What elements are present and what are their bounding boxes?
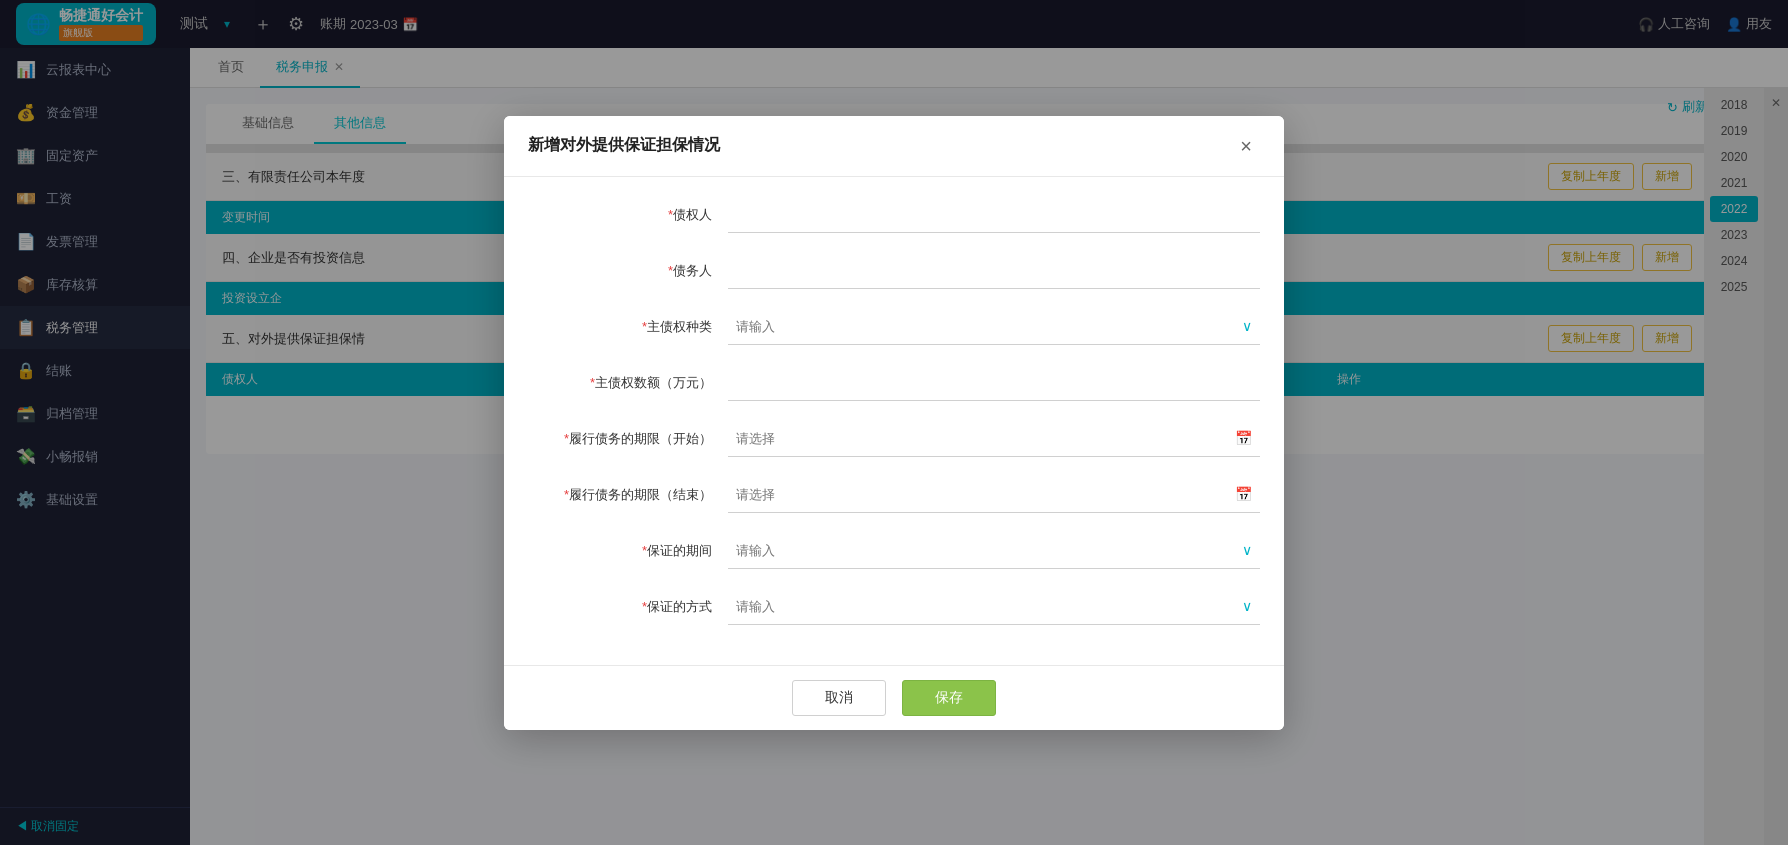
required-mark: * <box>668 263 673 278</box>
label-start-date: *履行债务的期限（开始） <box>528 430 728 448</box>
input-creditor[interactable] <box>728 197 1260 233</box>
form-row-claim-type: *主债权种类 ∨ <box>528 309 1260 345</box>
date-input-end-date[interactable] <box>728 477 1227 512</box>
required-mark: * <box>642 599 647 614</box>
label-end-date: *履行债务的期限（结束） <box>528 486 728 504</box>
date-wrapper-end-date: 📅 <box>728 477 1260 513</box>
select-wrapper-guarantee-method: ∨ <box>728 589 1260 625</box>
select-input-guarantee-period[interactable] <box>728 533 1234 568</box>
input-debtor[interactable] <box>728 253 1260 289</box>
label-guarantee-method: *保证的方式 <box>528 598 728 616</box>
input-claim-amount[interactable] <box>728 365 1260 401</box>
modal-header: 新增对外提供保证担保情况 × <box>504 116 1284 177</box>
required-mark: * <box>668 207 673 222</box>
modal-overlay: 新增对外提供保证担保情况 × *债权人 *债务人 *主债权种类 ∨ *主债权数额（万元）… <box>0 0 1788 845</box>
calendar-icon-end-date[interactable]: 📅 <box>1227 486 1260 502</box>
form-row-debtor: *债务人 <box>528 253 1260 289</box>
calendar-icon-start-date[interactable]: 📅 <box>1227 430 1260 446</box>
form-row-creditor: *债权人 <box>528 197 1260 233</box>
required-mark: * <box>642 319 647 334</box>
save-button[interactable]: 保存 <box>902 680 996 716</box>
modal-body: *债权人*债务人*主债权种类∨*主债权数额（万元）*履行债务的期限（开始）📅*履… <box>504 177 1284 665</box>
select-input-claim-type[interactable] <box>728 309 1234 344</box>
form-row-guarantee-method: *保证的方式 ∨ <box>528 589 1260 625</box>
modal-title: 新增对外提供保证担保情况 <box>528 135 720 156</box>
form-row-guarantee-period: *保证的期间 ∨ <box>528 533 1260 569</box>
select-arrow-guarantee-period[interactable]: ∨ <box>1234 542 1260 558</box>
select-wrapper-guarantee-period: ∨ <box>728 533 1260 569</box>
form-row-end-date: *履行债务的期限（结束） 📅 <box>528 477 1260 513</box>
label-guarantee-period: *保证的期间 <box>528 542 728 560</box>
select-arrow-claim-type[interactable]: ∨ <box>1234 318 1260 334</box>
required-mark: * <box>590 375 595 390</box>
required-mark: * <box>642 543 647 558</box>
select-wrapper-claim-type: ∨ <box>728 309 1260 345</box>
required-mark: * <box>564 487 569 502</box>
modal-dialog: 新增对外提供保证担保情况 × *债权人 *债务人 *主债权种类 ∨ *主债权数额（万元）… <box>504 116 1284 730</box>
modal-footer: 取消 保存 <box>504 665 1284 730</box>
cancel-button[interactable]: 取消 <box>792 680 886 716</box>
modal-close-button[interactable]: × <box>1232 132 1260 160</box>
label-debtor: *债务人 <box>528 262 728 280</box>
date-wrapper-start-date: 📅 <box>728 421 1260 457</box>
select-input-guarantee-method[interactable] <box>728 589 1234 624</box>
required-mark: * <box>564 431 569 446</box>
label-claim-amount: *主债权数额（万元） <box>528 374 728 392</box>
label-creditor: *债权人 <box>528 206 728 224</box>
form-row-start-date: *履行债务的期限（开始） 📅 <box>528 421 1260 457</box>
label-claim-type: *主债权种类 <box>528 318 728 336</box>
form-row-claim-amount: *主债权数额（万元） <box>528 365 1260 401</box>
select-arrow-guarantee-method[interactable]: ∨ <box>1234 598 1260 614</box>
date-input-start-date[interactable] <box>728 421 1227 456</box>
